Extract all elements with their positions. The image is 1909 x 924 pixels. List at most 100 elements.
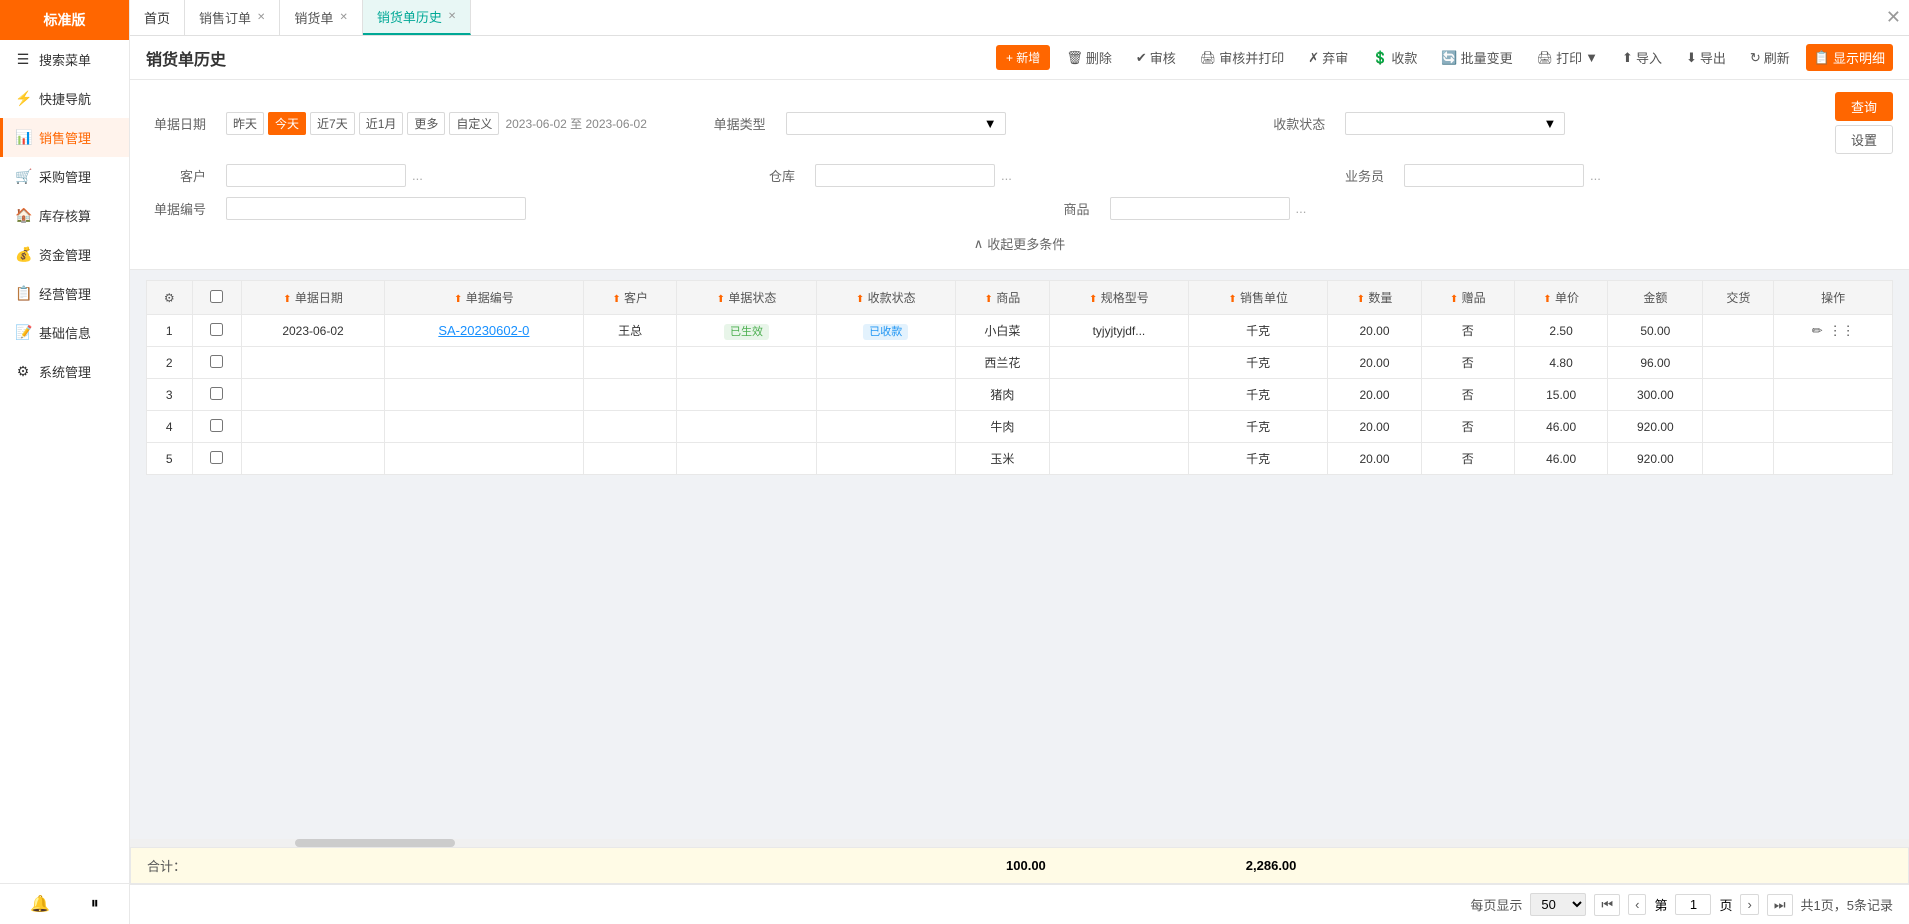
payment-status-badge: 已收款 [863, 324, 908, 340]
business-dots[interactable]: ... [1590, 168, 1601, 183]
collapse-button[interactable]: ∧ 收起更多条件 [146, 230, 1893, 257]
checkbox-cell[interactable] [192, 411, 242, 443]
new-button[interactable]: + 新增 [996, 45, 1050, 70]
checkbox-cell[interactable] [192, 379, 242, 411]
date-btn-7days[interactable]: 近7天 [310, 112, 355, 135]
date-btn-custom[interactable]: 自定义 [449, 112, 499, 135]
th-qty[interactable]: ⬆ 数量 [1328, 281, 1421, 315]
row-checkbox[interactable] [210, 387, 223, 400]
export-button[interactable]: ⬇ 导出 [1678, 44, 1734, 71]
close-sales-history-icon[interactable]: ✕ [448, 11, 456, 22]
date-btn-today[interactable]: 今天 [268, 112, 306, 135]
query-button[interactable]: 查询 [1835, 92, 1893, 121]
business-input[interactable] [1404, 164, 1584, 187]
goods-label: 商品 [1030, 199, 1090, 218]
batch-change-button[interactable]: 🔄 批量变更 [1433, 44, 1520, 71]
doc-no-input[interactable] [226, 197, 526, 220]
last-page-button[interactable]: ⏭ [1767, 894, 1793, 916]
tab-sales-history[interactable]: 销货单历史 ✕ [363, 0, 471, 35]
goods-input[interactable] [1110, 197, 1290, 220]
first-page-button[interactable]: ⏮ [1594, 894, 1620, 916]
row-checkbox[interactable] [210, 355, 223, 368]
more-action-icon[interactable]: ⋮⋮ [1829, 323, 1855, 338]
doc-type-select[interactable]: ▼ [786, 112, 1006, 135]
checkbox-cell[interactable] [192, 347, 242, 379]
select-all-checkbox[interactable] [210, 290, 223, 303]
doc-no-cell [384, 411, 583, 443]
th-doc-no[interactable]: ⬆ 单据编号 [384, 281, 583, 315]
import-button[interactable]: ⬆ 导入 [1614, 44, 1670, 71]
sidebar-item-quick-nav[interactable]: ⚡ 快捷导航 [0, 79, 129, 118]
print-button[interactable]: 🖨 打印 ▼ [1529, 44, 1606, 71]
tab-sales-order[interactable]: 销售订单 ✕ [185, 0, 280, 35]
sales-mgmt-icon: 📊 [15, 129, 31, 146]
checkbox-cell[interactable] [192, 443, 242, 475]
sidebar-item-purchase-mgmt[interactable]: 🛒 采购管理 [0, 157, 129, 196]
discard-icon: ✗ [1308, 50, 1319, 66]
gift-cell: 否 [1421, 347, 1514, 379]
price-cell: 4.80 [1514, 347, 1607, 379]
sidebar-logo: 标准版 [0, 0, 129, 40]
row-checkbox[interactable] [210, 451, 223, 464]
table-row: 1 2023-06-02 SA-20230602-0 王总 已生效 已收款 小白… [147, 315, 1893, 347]
date-btn-1month[interactable]: 近1月 [359, 112, 404, 135]
price-cell: 2.50 [1514, 315, 1607, 347]
row-checkbox[interactable] [210, 419, 223, 432]
sidebar-item-operation-mgmt[interactable]: 📋 经营管理 [0, 274, 129, 313]
th-doc-date[interactable]: ⬆ 单据日期 [242, 281, 384, 315]
collect-button[interactable]: 💲 收款 [1364, 44, 1425, 71]
review-button[interactable]: ✔ 审核 [1128, 44, 1184, 71]
sidebar-item-system-mgmt[interactable]: ⚙ 系统管理 [0, 352, 129, 391]
sidebar-item-inventory-calc[interactable]: 🏠 库存核算 [0, 196, 129, 235]
checkbox-cell[interactable] [192, 315, 242, 347]
th-doc-status[interactable]: ⬆ 单据状态 [677, 281, 816, 315]
tab-bar-close[interactable]: ✕ [1886, 7, 1909, 28]
date-btn-more[interactable]: 更多 [407, 112, 445, 135]
close-sales-goods-icon[interactable]: ✕ [339, 12, 347, 23]
th-price[interactable]: ⬆ 单价 [1514, 281, 1607, 315]
export-icon: ⬇ [1686, 50, 1697, 66]
page-size-select[interactable]: 50 100 200 [1530, 893, 1586, 916]
scroll-thumb[interactable] [295, 839, 455, 847]
row-checkbox[interactable] [210, 323, 223, 336]
inventory-calc-icon: 🏠 [15, 207, 31, 224]
sidebar-item-search-menu[interactable]: ☰ 搜索菜单 [0, 40, 129, 79]
qty-cell: 20.00 [1328, 347, 1421, 379]
close-sales-order-icon[interactable]: ✕ [257, 12, 265, 23]
next-page-button[interactable]: › [1740, 894, 1758, 915]
th-payment-status[interactable]: ⬆ 收款状态 [816, 281, 955, 315]
th-unit[interactable]: ⬆ 销售单位 [1189, 281, 1328, 315]
table-scrollbar[interactable] [130, 839, 1909, 847]
th-spec[interactable]: ⬆ 规格型号 [1049, 281, 1188, 315]
tab-home[interactable]: 首页 [130, 0, 185, 35]
payment-status-select[interactable]: ▼ [1345, 112, 1565, 135]
th-checkbox[interactable] [192, 281, 242, 315]
doc-status-cell [677, 379, 816, 411]
review-print-button[interactable]: 🖨 审核并打印 [1192, 44, 1293, 71]
th-gear[interactable]: ⚙ [147, 281, 193, 315]
warehouse-dots[interactable]: ... [1001, 168, 1012, 183]
sidebar-item-finance-mgmt[interactable]: 💰 资金管理 [0, 235, 129, 274]
tab-sales-goods[interactable]: 销货单 ✕ [280, 0, 362, 35]
date-btn-yesterday[interactable]: 昨天 [226, 112, 264, 135]
sidebar-item-basic-info[interactable]: 📝 基础信息 [0, 313, 129, 352]
prev-page-button[interactable]: ‹ [1628, 894, 1646, 915]
show-detail-button[interactable]: 📋 显示明细 [1806, 44, 1893, 71]
customer-input[interactable] [226, 164, 406, 187]
delete-button[interactable]: 🗑 删除 [1058, 44, 1120, 71]
warehouse-input[interactable] [815, 164, 995, 187]
edit-action-icon[interactable]: ✏ [1812, 323, 1823, 338]
doc-no-link[interactable]: SA-20230602-0 [438, 323, 529, 338]
notification-icon[interactable]: 🔔 [30, 894, 50, 914]
pause-icon[interactable]: ⏸ [91, 895, 99, 913]
th-goods[interactable]: ⬆ 商品 [955, 281, 1049, 315]
refresh-button[interactable]: ↻ 刷新 [1742, 44, 1798, 71]
customer-dots[interactable]: ... [412, 168, 423, 183]
page-input[interactable] [1675, 894, 1711, 915]
th-customer[interactable]: ⬆ 客户 [584, 281, 677, 315]
goods-dots[interactable]: ... [1296, 201, 1307, 216]
setting-button[interactable]: 设置 [1835, 125, 1893, 154]
discard-button[interactable]: ✗ 弃审 [1300, 44, 1356, 71]
th-gift[interactable]: ⬆ 赠品 [1421, 281, 1514, 315]
sidebar-item-sales-mgmt[interactable]: 📊 销售管理 [0, 118, 129, 157]
